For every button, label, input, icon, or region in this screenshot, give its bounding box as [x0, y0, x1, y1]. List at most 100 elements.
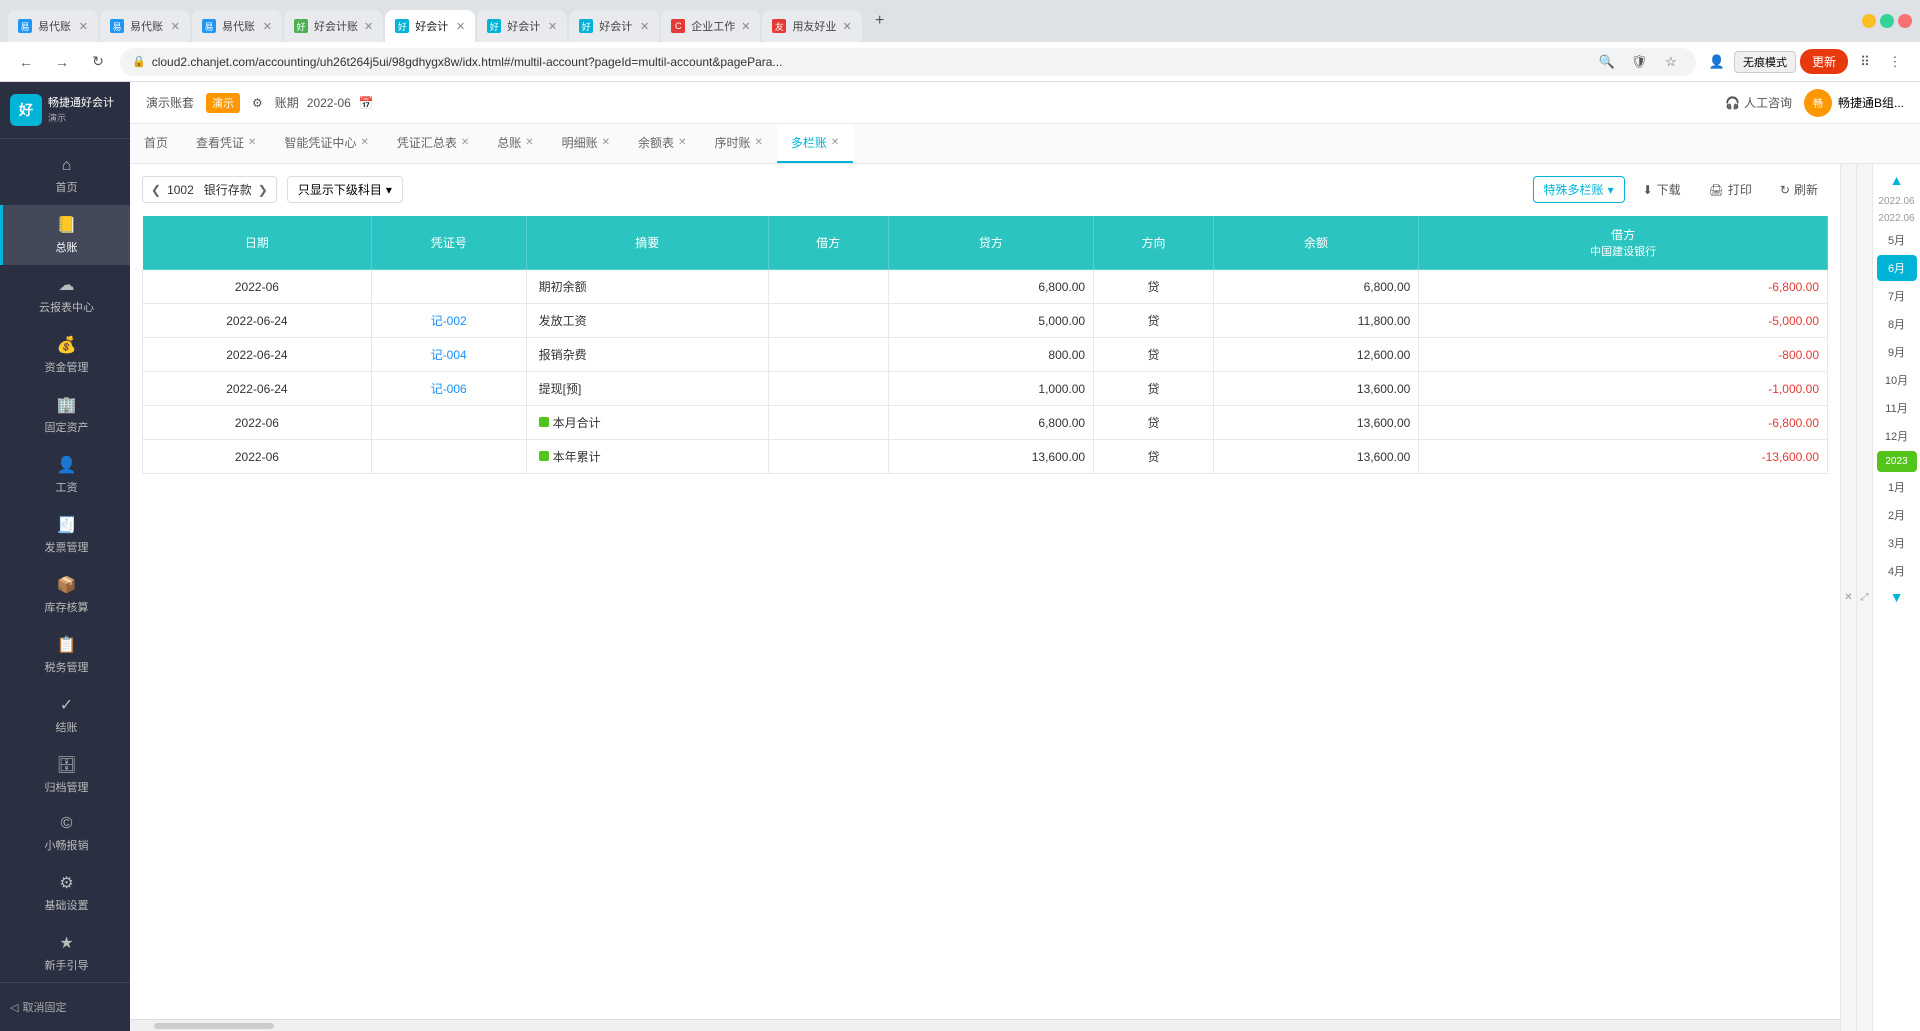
- voucher-link[interactable]: 记-004: [371, 338, 526, 372]
- sidebar-item-salary[interactable]: 👤 工资: [0, 445, 130, 505]
- profile-icon[interactable]: 👤: [1704, 49, 1730, 75]
- nav-tab-close-detail-ledger[interactable]: ✕: [602, 137, 610, 148]
- nav-tab-view-voucher[interactable]: 查看凭证✕: [182, 124, 270, 163]
- tab-close-icon[interactable]: ✕: [842, 20, 851, 33]
- sidebar-item-archive-mgmt[interactable]: 🗄 归档管理: [0, 745, 130, 805]
- tab-close-icon[interactable]: ✕: [79, 20, 88, 33]
- sidebar-item-fund-mgmt[interactable]: 💰 资金管理: [0, 325, 130, 385]
- prev-subject-button[interactable]: ❮: [151, 183, 161, 197]
- menu-icon[interactable]: ⋮: [1882, 49, 1908, 75]
- nav-tab-detail-ledger[interactable]: 明细账✕: [548, 124, 624, 163]
- nav-tab-smart-voucher[interactable]: 智能凭证中心✕: [270, 124, 382, 163]
- nav-tab-multi-ledger[interactable]: 多栏账✕: [777, 124, 853, 163]
- tab-close-icon[interactable]: ✕: [741, 20, 750, 33]
- nav-tab-seq-ledger[interactable]: 序时账✕: [700, 124, 776, 163]
- browser-tab-8[interactable]: C 企业工作 ✕: [661, 10, 760, 42]
- nav-tab-close-general-ledger[interactable]: ✕: [525, 137, 533, 148]
- search-icon[interactable]: 🔍: [1594, 49, 1620, 75]
- browser-tab-4[interactable]: 好 好会计账 ✕: [284, 10, 383, 42]
- shield-icon[interactable]: 🛡: [1626, 49, 1652, 75]
- horizontal-scrollbar[interactable]: [130, 1019, 1840, 1031]
- voucher-link[interactable]: 记-006: [371, 372, 526, 406]
- month-item-10[interactable]: 10月: [1877, 367, 1917, 393]
- collapse-panel-button[interactable]: ✕: [1840, 164, 1856, 1031]
- extensions-icon[interactable]: ⠿: [1852, 49, 1878, 75]
- minimize-button[interactable]: [1862, 14, 1876, 28]
- sidebar-item-general-ledger[interactable]: 📒 总账: [0, 205, 130, 265]
- tab-favicon: 好: [395, 19, 409, 33]
- nav-tab-close-balance-table[interactable]: ✕: [678, 137, 686, 148]
- reload-button[interactable]: ↻: [84, 48, 112, 76]
- download-button[interactable]: ⬇ 下载: [1633, 177, 1691, 202]
- month-2023-item-3[interactable]: 3月: [1877, 530, 1917, 556]
- month-item-8[interactable]: 8月: [1877, 311, 1917, 337]
- tab-close-icon[interactable]: ✕: [263, 20, 272, 33]
- month-item-6[interactable]: 6月: [1877, 255, 1917, 281]
- sidebar-item-basic-settings[interactable]: ⚙ 基础设置: [0, 863, 130, 923]
- month-item-5[interactable]: 5月: [1877, 227, 1917, 253]
- forward-button[interactable]: →: [48, 48, 76, 76]
- browser-tab-5[interactable]: 好 好会计 ✕: [385, 10, 475, 42]
- nav-tab-close-multi-ledger[interactable]: ✕: [831, 137, 839, 148]
- browser-tab-9[interactable]: 友 用友好业 ✕: [762, 10, 861, 42]
- nav-tab-close-view-voucher[interactable]: ✕: [248, 137, 256, 148]
- new-tab-button[interactable]: +: [866, 7, 894, 35]
- settings-icon[interactable]: ⚙: [252, 96, 263, 110]
- browser-tab-2[interactable]: 易 易代账 ✕: [100, 10, 190, 42]
- tab-close-icon[interactable]: ✕: [456, 20, 465, 33]
- update-button[interactable]: 更新: [1800, 49, 1848, 74]
- nav-tab-close-smart-voucher[interactable]: ✕: [360, 137, 368, 148]
- scrollbar-thumb[interactable]: [154, 1023, 274, 1029]
- sidebar-item-cloud-report[interactable]: ☁ 云报表中心: [0, 265, 130, 325]
- refresh-button[interactable]: ↻ 刷新: [1770, 177, 1828, 202]
- sidebar-item-tax-mgmt[interactable]: 📋 税务管理: [0, 625, 130, 685]
- maximize-button[interactable]: [1880, 14, 1894, 28]
- sidebar-item-xiaochang-expense[interactable]: © 小畅报销: [0, 805, 130, 863]
- month-scroll-down-button[interactable]: ▼: [1886, 585, 1908, 609]
- expand-panel-button[interactable]: ⤢: [1856, 164, 1872, 1031]
- month-2023-item-2[interactable]: 2月: [1877, 502, 1917, 528]
- sidebar-item-fixed-assets[interactable]: 🏢 固定资产: [0, 385, 130, 445]
- nav-tab-balance-table[interactable]: 余额表✕: [624, 124, 700, 163]
- tab-close-icon[interactable]: ✕: [640, 20, 649, 33]
- wuhen-button[interactable]: 无痕模式: [1734, 51, 1796, 73]
- voucher-link[interactable]: 记-002: [371, 304, 526, 338]
- sidebar-item-inventory[interactable]: 📦 库存核算: [0, 565, 130, 625]
- browser-tab-3[interactable]: 易 易代账 ✕: [192, 10, 282, 42]
- address-box[interactable]: 🔒 cloud2.chanjet.com/accounting/uh26t264…: [120, 48, 1696, 76]
- special-multi-ledger-button[interactable]: 特殊多栏账 ▾: [1533, 176, 1625, 203]
- calendar-icon[interactable]: 📅: [359, 96, 374, 110]
- nav-tab-home[interactable]: 首页: [130, 124, 182, 163]
- filter-dropdown[interactable]: 只显示下级科目 ▾: [287, 176, 403, 203]
- browser-tab-7[interactable]: 好 好会计 ✕: [569, 10, 659, 42]
- month-scroll-up-button[interactable]: ▲: [1886, 168, 1908, 192]
- nav-tab-close-voucher-summary[interactable]: ✕: [461, 137, 469, 148]
- sidebar-item-home[interactable]: ⌂ 首页: [0, 147, 130, 205]
- month-item-9[interactable]: 9月: [1877, 339, 1917, 365]
- sidebar-item-invoice-mgmt[interactable]: 🧾 发票管理: [0, 505, 130, 565]
- tab-close-icon[interactable]: ✕: [171, 20, 180, 33]
- nav-tab-voucher-summary[interactable]: 凭证汇总表✕: [383, 124, 483, 163]
- next-subject-button[interactable]: ❯: [258, 183, 268, 197]
- tab-close-icon[interactable]: ✕: [364, 20, 373, 33]
- back-button[interactable]: ←: [12, 48, 40, 76]
- unpin-button[interactable]: ◁ 取消固定: [6, 993, 124, 1021]
- ai-consult-button[interactable]: 🎧 人工咨询: [1725, 94, 1792, 111]
- sidebar-item-new-guide[interactable]: ★ 新手引导: [0, 923, 130, 982]
- month-item-7[interactable]: 7月: [1877, 283, 1917, 309]
- print-button[interactable]: 🖨 打印: [1699, 177, 1762, 202]
- month-2023-item-1[interactable]: 1月: [1877, 474, 1917, 500]
- month-item-12[interactable]: 12月: [1877, 423, 1917, 449]
- star-icon[interactable]: ☆: [1658, 49, 1684, 75]
- month-item-11[interactable]: 11月: [1877, 395, 1917, 421]
- month-2023-item-4[interactable]: 4月: [1877, 558, 1917, 584]
- tab-title: 好会计: [507, 18, 542, 34]
- browser-tab-1[interactable]: 易 易代账 ✕: [8, 10, 98, 42]
- tab-close-icon[interactable]: ✕: [548, 20, 557, 33]
- browser-tab-6[interactable]: 好 好会计 ✕: [477, 10, 567, 42]
- nav-tab-close-seq-ledger[interactable]: ✕: [754, 137, 762, 148]
- close-button[interactable]: [1898, 14, 1912, 28]
- balance-cell: 13,600.00: [1213, 406, 1418, 440]
- nav-tab-general-ledger[interactable]: 总账✕: [483, 124, 547, 163]
- sidebar-item-settlement[interactable]: ✓ 结账: [0, 685, 130, 745]
